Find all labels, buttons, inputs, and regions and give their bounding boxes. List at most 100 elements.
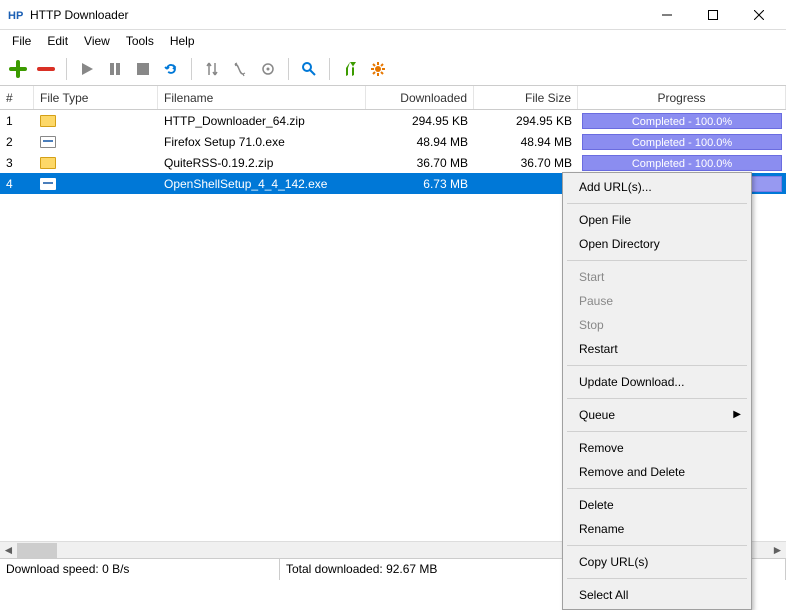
- cell-filesize: 36.70 MB: [474, 152, 578, 173]
- cell-num: 3: [0, 152, 34, 173]
- cell-filetype: [34, 110, 158, 131]
- cell-downloaded: 6.73 MB: [366, 173, 474, 194]
- cm-separator: [567, 431, 747, 432]
- minimize-button[interactable]: [644, 0, 690, 30]
- menu-file[interactable]: File: [4, 32, 39, 50]
- limit-button[interactable]: [256, 57, 280, 81]
- cm-update[interactable]: Update Download...: [565, 370, 749, 394]
- cell-progress: Completed - 100.0%: [578, 152, 786, 173]
- col-header-num[interactable]: #: [0, 86, 34, 109]
- cm-queue[interactable]: Queue▶: [565, 403, 749, 427]
- table-row[interactable]: 3QuiteRSS-0.19.2.zip36.70 MB36.70 MBComp…: [0, 152, 786, 173]
- add-button[interactable]: [6, 57, 30, 81]
- menu-bar: File Edit View Tools Help: [0, 30, 786, 52]
- cm-separator: [567, 260, 747, 261]
- title-bar: HP HTTP Downloader: [0, 0, 786, 30]
- cm-copy-urls[interactable]: Copy URL(s): [565, 550, 749, 574]
- progress-bar: Completed - 100.0%: [582, 155, 782, 171]
- context-menu: Add URL(s)... Open File Open Directory S…: [562, 172, 752, 610]
- cell-filename: HTTP_Downloader_64.zip: [158, 110, 366, 131]
- toolbar-separator: [329, 58, 330, 80]
- cm-separator: [567, 365, 747, 366]
- table-row[interactable]: 2Firefox Setup 71.0.exe48.94 MB48.94 MBC…: [0, 131, 786, 152]
- cm-separator: [567, 488, 747, 489]
- cell-downloaded: 48.94 MB: [366, 131, 474, 152]
- restart-button[interactable]: [159, 57, 183, 81]
- cell-filesize: 294.95 KB: [474, 110, 578, 131]
- menu-help[interactable]: Help: [162, 32, 203, 50]
- cell-progress: Completed - 100.0%: [578, 110, 786, 131]
- toolbar-separator: [66, 58, 67, 80]
- cell-downloaded: 36.70 MB: [366, 152, 474, 173]
- cm-add-urls[interactable]: Add URL(s)...: [565, 175, 749, 199]
- folder-icon: [40, 115, 56, 127]
- maximize-button[interactable]: [690, 0, 736, 30]
- cell-filename: QuiteRSS-0.19.2.zip: [158, 152, 366, 173]
- app-icon: HP: [8, 7, 24, 23]
- cm-stop[interactable]: Stop: [565, 313, 749, 337]
- filter-button[interactable]: [338, 57, 362, 81]
- svg-text:HP: HP: [8, 10, 23, 22]
- cm-separator: [567, 578, 747, 579]
- menu-view[interactable]: View: [76, 32, 118, 50]
- cell-filename: Firefox Setup 71.0.exe: [158, 131, 366, 152]
- remove-button[interactable]: [34, 57, 58, 81]
- cm-rename[interactable]: Rename: [565, 517, 749, 541]
- cell-filename: OpenShellSetup_4_4_142.exe: [158, 173, 366, 194]
- cm-restart[interactable]: Restart: [565, 337, 749, 361]
- scroll-right-icon[interactable]: ►: [769, 542, 786, 559]
- col-header-filename[interactable]: Filename: [158, 86, 366, 109]
- menu-tools[interactable]: Tools: [118, 32, 162, 50]
- stop-button[interactable]: [131, 57, 155, 81]
- scroll-thumb[interactable]: [17, 543, 57, 558]
- queue-up-button[interactable]: [200, 57, 224, 81]
- settings-button[interactable]: [366, 57, 390, 81]
- folder-icon: [40, 157, 56, 169]
- cell-num: 2: [0, 131, 34, 152]
- status-total: Total downloaded: 92.67 MB: [280, 559, 570, 580]
- cm-open-directory[interactable]: Open Directory: [565, 232, 749, 256]
- col-header-filetype[interactable]: File Type: [34, 86, 158, 109]
- cell-num: 1: [0, 110, 34, 131]
- cm-delete[interactable]: Delete: [565, 493, 749, 517]
- cell-filetype: [34, 131, 158, 152]
- cell-num: 4: [0, 173, 34, 194]
- scroll-left-icon[interactable]: ◄: [0, 542, 17, 559]
- cm-open-file[interactable]: Open File: [565, 208, 749, 232]
- cm-select-all[interactable]: Select All: [565, 583, 749, 607]
- col-header-downloaded[interactable]: Downloaded: [366, 86, 474, 109]
- chevron-right-icon: ▶: [733, 409, 741, 420]
- col-header-filesize[interactable]: File Size: [474, 86, 578, 109]
- cell-filesize: 48.94 MB: [474, 131, 578, 152]
- cm-separator: [567, 545, 747, 546]
- table-row[interactable]: 1HTTP_Downloader_64.zip294.95 KB294.95 K…: [0, 110, 786, 131]
- cell-progress: Completed - 100.0%: [578, 131, 786, 152]
- progress-bar: Completed - 100.0%: [582, 134, 782, 150]
- toolbar-separator: [191, 58, 192, 80]
- window-title: HTTP Downloader: [30, 8, 644, 22]
- cm-separator: [567, 398, 747, 399]
- toolbar-separator: [288, 58, 289, 80]
- status-speed: Download speed: 0 B/s: [0, 559, 280, 580]
- cm-separator: [567, 203, 747, 204]
- window-controls: [644, 0, 782, 30]
- exe-icon: [40, 178, 56, 190]
- search-button[interactable]: [297, 57, 321, 81]
- col-header-progress[interactable]: Progress: [578, 86, 786, 109]
- cm-start[interactable]: Start: [565, 265, 749, 289]
- cell-filetype: [34, 173, 158, 194]
- cell-downloaded: 294.95 KB: [366, 110, 474, 131]
- cm-remove[interactable]: Remove: [565, 436, 749, 460]
- menu-edit[interactable]: Edit: [39, 32, 76, 50]
- exe-icon: [40, 136, 56, 148]
- cell-filetype: [34, 152, 158, 173]
- cm-pause[interactable]: Pause: [565, 289, 749, 313]
- grid-header: # File Type Filename Downloaded File Siz…: [0, 86, 786, 110]
- cm-remove-delete[interactable]: Remove and Delete: [565, 460, 749, 484]
- close-button[interactable]: [736, 0, 782, 30]
- pause-button[interactable]: [103, 57, 127, 81]
- queue-down-button[interactable]: [228, 57, 252, 81]
- start-button[interactable]: [75, 57, 99, 81]
- toolbar: [0, 52, 786, 86]
- progress-bar: Completed - 100.0%: [582, 113, 782, 129]
